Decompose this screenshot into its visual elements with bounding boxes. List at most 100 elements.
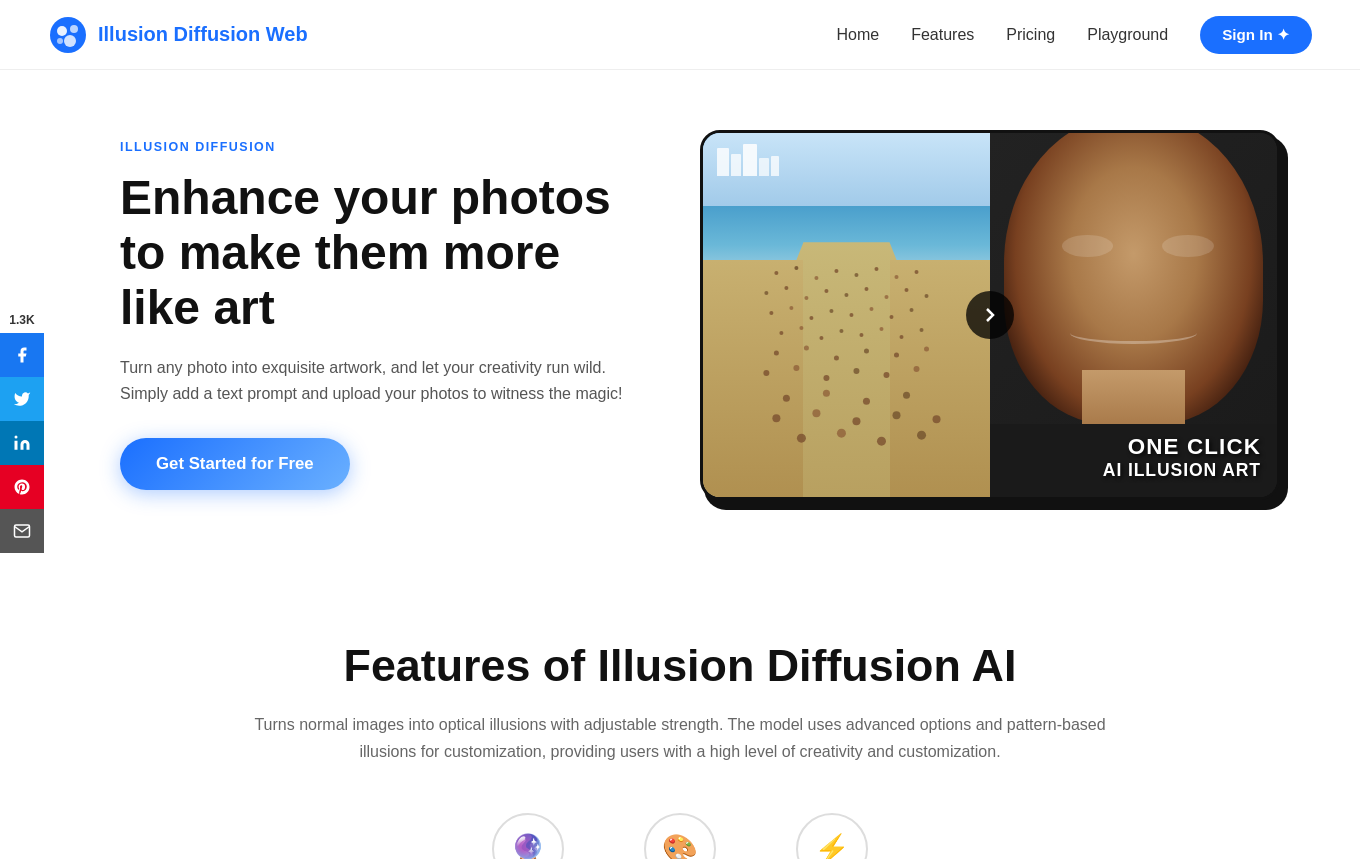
svg-point-37 xyxy=(900,336,904,340)
svg-point-25 xyxy=(809,317,813,321)
feature-icon-2: ⚡ xyxy=(796,813,868,859)
svg-point-47 xyxy=(823,376,829,382)
svg-point-38 xyxy=(920,329,924,333)
svg-point-50 xyxy=(914,367,920,373)
crowd-layer: // We'll generate crowd dots via inline … xyxy=(746,249,947,449)
svg-point-28 xyxy=(870,308,874,312)
svg-point-15 xyxy=(784,286,788,290)
svg-point-18 xyxy=(844,294,848,298)
hero-before-image: // We'll generate crowd dots via inline … xyxy=(703,133,990,497)
svg-point-29 xyxy=(890,316,894,320)
svg-point-0 xyxy=(50,17,86,53)
svg-point-48 xyxy=(854,369,860,375)
nav-playground[interactable]: Playground xyxy=(1087,26,1168,44)
linkedin-share-button[interactable] xyxy=(0,421,44,465)
svg-point-2 xyxy=(70,25,78,33)
svg-point-6 xyxy=(774,271,778,275)
svg-point-31 xyxy=(779,332,783,336)
features-title: Features of Illusion Diffusion AI xyxy=(48,640,1312,691)
brand-name: Illusion Diffusion Web xyxy=(98,23,308,46)
hero-image-frame: // We'll generate crowd dots via inline … xyxy=(700,130,1280,500)
feature-icons-row: 🔮 🎨 ⚡ xyxy=(48,813,1312,859)
svg-point-33 xyxy=(819,337,823,341)
facebook-icon xyxy=(13,346,31,364)
twitter-share-button[interactable] xyxy=(0,377,44,421)
svg-point-59 xyxy=(933,416,941,424)
svg-point-32 xyxy=(799,327,803,331)
svg-point-49 xyxy=(884,373,890,379)
svg-point-43 xyxy=(894,353,899,358)
svg-point-35 xyxy=(860,334,864,338)
svg-point-14 xyxy=(764,292,768,296)
hero-split-image: // We'll generate crowd dots via inline … xyxy=(703,133,1277,497)
features-section: Features of Illusion Diffusion AI Turns … xyxy=(0,560,1360,859)
feature-item-1: 🎨 xyxy=(644,813,716,859)
svg-point-39 xyxy=(774,351,779,356)
svg-point-20 xyxy=(885,296,889,300)
svg-point-23 xyxy=(769,312,773,316)
feature-icon-0: 🔮 xyxy=(492,813,564,859)
nav-features[interactable]: Features xyxy=(911,26,974,44)
svg-point-1 xyxy=(57,26,67,36)
svg-point-40 xyxy=(804,346,809,351)
signin-button[interactable]: Sign In ✦ xyxy=(1200,16,1312,54)
svg-point-57 xyxy=(853,418,861,426)
hero-image-container: // We'll generate crowd dots via inline … xyxy=(700,130,1280,500)
svg-point-51 xyxy=(783,395,790,402)
svg-point-45 xyxy=(763,371,769,377)
nav-pricing[interactable]: Pricing xyxy=(1006,26,1055,44)
hero-description: Turn any photo into exquisite artwork, a… xyxy=(120,355,640,406)
email-share-button[interactable] xyxy=(0,509,44,553)
svg-point-44 xyxy=(924,347,929,352)
hero-title: Enhance your photos to make them more li… xyxy=(120,170,640,336)
svg-point-27 xyxy=(850,314,854,318)
navigation: Illusion Diffusion Web Home Features Pri… xyxy=(0,0,1360,70)
svg-point-56 xyxy=(812,410,820,418)
hero-content: ILLUSION DIFFUSION Enhance your photos t… xyxy=(120,140,640,491)
overlay-line2: AI ILLUSION ART xyxy=(1103,460,1261,481)
svg-point-8 xyxy=(814,276,818,280)
social-count: 1.3K xyxy=(0,307,44,333)
svg-point-63 xyxy=(917,431,926,440)
svg-point-52 xyxy=(823,390,830,397)
hero-tag: ILLUSION DIFFUSION xyxy=(120,140,640,154)
overlay-line1: ONE CLICK xyxy=(1103,434,1261,460)
svg-point-16 xyxy=(804,297,808,301)
svg-point-30 xyxy=(910,309,914,313)
svg-point-58 xyxy=(893,412,901,420)
split-arrow-icon xyxy=(966,291,1014,339)
svg-point-10 xyxy=(855,273,859,277)
nav-home[interactable]: Home xyxy=(836,26,879,44)
svg-point-46 xyxy=(793,366,799,372)
twitter-icon xyxy=(13,390,31,408)
svg-point-55 xyxy=(772,415,780,423)
feature-icon-1: 🎨 xyxy=(644,813,716,859)
pinterest-share-button[interactable] xyxy=(0,465,44,509)
svg-point-53 xyxy=(863,398,870,405)
svg-point-61 xyxy=(837,429,846,438)
logo-link[interactable]: Illusion Diffusion Web xyxy=(48,15,308,55)
svg-point-9 xyxy=(834,269,838,273)
svg-point-5 xyxy=(15,435,18,438)
svg-point-42 xyxy=(864,349,869,354)
buildings-layer xyxy=(717,144,779,176)
svg-point-41 xyxy=(834,356,839,361)
svg-point-24 xyxy=(789,307,793,311)
image-overlay: ONE CLICK AI ILLUSION ART xyxy=(1103,434,1261,481)
linkedin-icon xyxy=(13,434,31,452)
logo-icon xyxy=(48,15,88,55)
svg-point-22 xyxy=(925,295,929,299)
svg-point-62 xyxy=(877,437,886,446)
social-sidebar: 1.3K xyxy=(0,307,44,553)
svg-point-12 xyxy=(895,275,899,279)
facebook-share-button[interactable] xyxy=(0,333,44,377)
feature-item-2: ⚡ xyxy=(796,813,868,859)
svg-point-3 xyxy=(64,35,76,47)
hero-section: ILLUSION DIFFUSION Enhance your photos t… xyxy=(0,70,1360,560)
email-icon xyxy=(13,522,31,540)
svg-point-60 xyxy=(797,434,806,443)
svg-point-54 xyxy=(903,392,910,399)
svg-point-19 xyxy=(865,288,869,292)
cta-button[interactable]: Get Started for Free xyxy=(120,438,350,490)
nav-links: Home Features Pricing Playground Sign In… xyxy=(836,16,1312,54)
